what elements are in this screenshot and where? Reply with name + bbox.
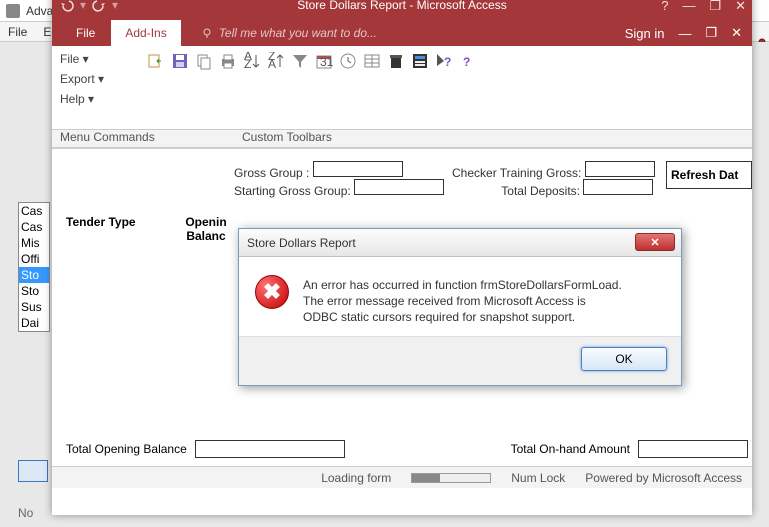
print-icon[interactable] (219, 52, 237, 70)
label-gross-group: Gross Group : (234, 166, 309, 180)
error-dialog-title: Store Dollars Report (247, 236, 356, 250)
access-ribbon-tabs: File Add-Ins Tell me what you want to do… (52, 20, 752, 46)
col-balance: Balanc (176, 229, 236, 243)
svg-text:A: A (268, 57, 276, 70)
doc-close-icon[interactable]: ✕ (731, 25, 742, 41)
redo-icon[interactable] (92, 0, 106, 12)
input-total-onhand[interactable] (638, 440, 748, 458)
whatsthis-icon[interactable]: ? (435, 52, 453, 70)
custom-toolbar: AZ ZA 31 ? ? (147, 46, 752, 129)
ok-button[interactable]: OK (581, 347, 667, 371)
save-icon[interactable] (171, 52, 189, 70)
tab-addins[interactable]: Add-Ins (111, 20, 180, 46)
label-total-onhand: Total On-hand Amount (511, 442, 630, 456)
status-loading: Loading form (321, 471, 391, 485)
col-tender-type: Tender Type (66, 215, 176, 243)
list-item[interactable]: Sto (19, 283, 49, 299)
label-checker-training: Checker Training Gross: (452, 166, 581, 180)
list-item[interactable]: Sus (19, 299, 49, 315)
ribbon-group-label-left: Menu Commands (52, 130, 242, 147)
access-title-bar: ▾ ▾ Store Dollars Report - Microsoft Acc… (52, 0, 752, 20)
filter-icon[interactable] (291, 52, 309, 70)
input-gross-group[interactable] (313, 161, 403, 177)
error-dialog: Store Dollars Report ✕ ✖ An error has oc… (238, 228, 682, 386)
ribbon: File ▾ Export ▾ Help ▾ AZ ZA 31 ? ? (52, 46, 752, 130)
error-dialog-titlebar[interactable]: Store Dollars Report ✕ (239, 229, 681, 257)
menu-file[interactable]: File (4, 23, 31, 41)
input-starting-gross[interactable] (354, 179, 444, 195)
svg-text:Z: Z (244, 57, 251, 70)
form-icon[interactable] (411, 52, 429, 70)
refresh-data-button[interactable]: Refresh Dat (666, 161, 752, 189)
bottom-text: No (18, 506, 33, 520)
label-starting-gross: Starting Gross Group: (234, 184, 351, 198)
minimize-icon[interactable]: — (682, 0, 695, 12)
list-item[interactable]: Mis (19, 235, 49, 251)
input-total-deposits[interactable] (583, 179, 653, 195)
sign-in-link[interactable]: Sign in (625, 26, 665, 41)
svg-text:31: 31 (320, 55, 333, 69)
error-line-3: ODBC static cursors required for snapsho… (303, 309, 622, 325)
status-numlock: Num Lock (511, 471, 565, 485)
input-checker-training[interactable] (585, 161, 655, 177)
label-total-opening: Total Opening Balance (66, 442, 187, 456)
error-line-2: The error message received from Microsof… (303, 293, 622, 309)
list-item[interactable]: Offi (19, 251, 49, 267)
doc-minimize-icon[interactable]: — (678, 26, 691, 41)
sort-desc-icon[interactable]: ZA (267, 52, 285, 70)
help-icon[interactable]: ? (661, 0, 668, 12)
table-icon[interactable] (363, 52, 381, 70)
dialog-close-button[interactable]: ✕ (635, 233, 675, 251)
progress-bar (411, 473, 491, 483)
svg-text:?: ? (444, 55, 451, 69)
ribbon-menu-file[interactable]: File ▾ (60, 52, 139, 66)
help-icon-toolbar[interactable]: ? (459, 52, 477, 70)
bottom-strip (18, 460, 48, 482)
restore-icon[interactable]: ❐ (709, 0, 721, 12)
ribbon-menu-export[interactable]: Export ▾ (60, 72, 139, 86)
undo-icon[interactable] (60, 0, 74, 12)
input-total-opening[interactable] (195, 440, 345, 458)
ribbon-group-label-right: Custom Toolbars (242, 130, 332, 147)
lightbulb-icon (201, 27, 213, 39)
error-icon: ✖ (255, 275, 289, 309)
svg-text:?: ? (463, 55, 470, 69)
list-item-selected[interactable]: Sto (19, 267, 49, 283)
status-powered: Powered by Microsoft Access (585, 471, 742, 485)
delete-icon[interactable] (387, 52, 405, 70)
app-icon (6, 4, 20, 18)
ribbon-menu-help[interactable]: Help ▾ (60, 92, 139, 106)
close-icon[interactable]: ✕ (735, 0, 746, 12)
clock-icon[interactable] (339, 52, 357, 70)
error-line-1: An error has occurred in function frmSto… (303, 277, 622, 293)
workbench-listbox[interactable]: Cas Cas Mis Offi Sto Sto Sus Dai (18, 202, 50, 332)
doc-restore-icon[interactable]: ❐ (705, 25, 717, 41)
sort-asc-icon[interactable]: AZ (243, 52, 261, 70)
list-item[interactable]: Cas (19, 219, 49, 235)
col-opening: Openin (176, 215, 236, 229)
tellme-search[interactable]: Tell me what you want to do... (201, 26, 377, 40)
tab-file[interactable]: File (64, 22, 107, 44)
calendar-icon[interactable]: 31 (315, 52, 333, 70)
label-total-deposits: Total Deposits: (452, 184, 580, 198)
import-icon[interactable] (147, 52, 165, 70)
access-title: Store Dollars Report - Microsoft Access (297, 0, 506, 12)
copy-icon[interactable] (195, 52, 213, 70)
list-item[interactable]: Cas (19, 203, 49, 219)
list-item[interactable]: Dai (19, 315, 49, 331)
status-bar: Loading form Num Lock Powered by Microso… (52, 466, 752, 488)
